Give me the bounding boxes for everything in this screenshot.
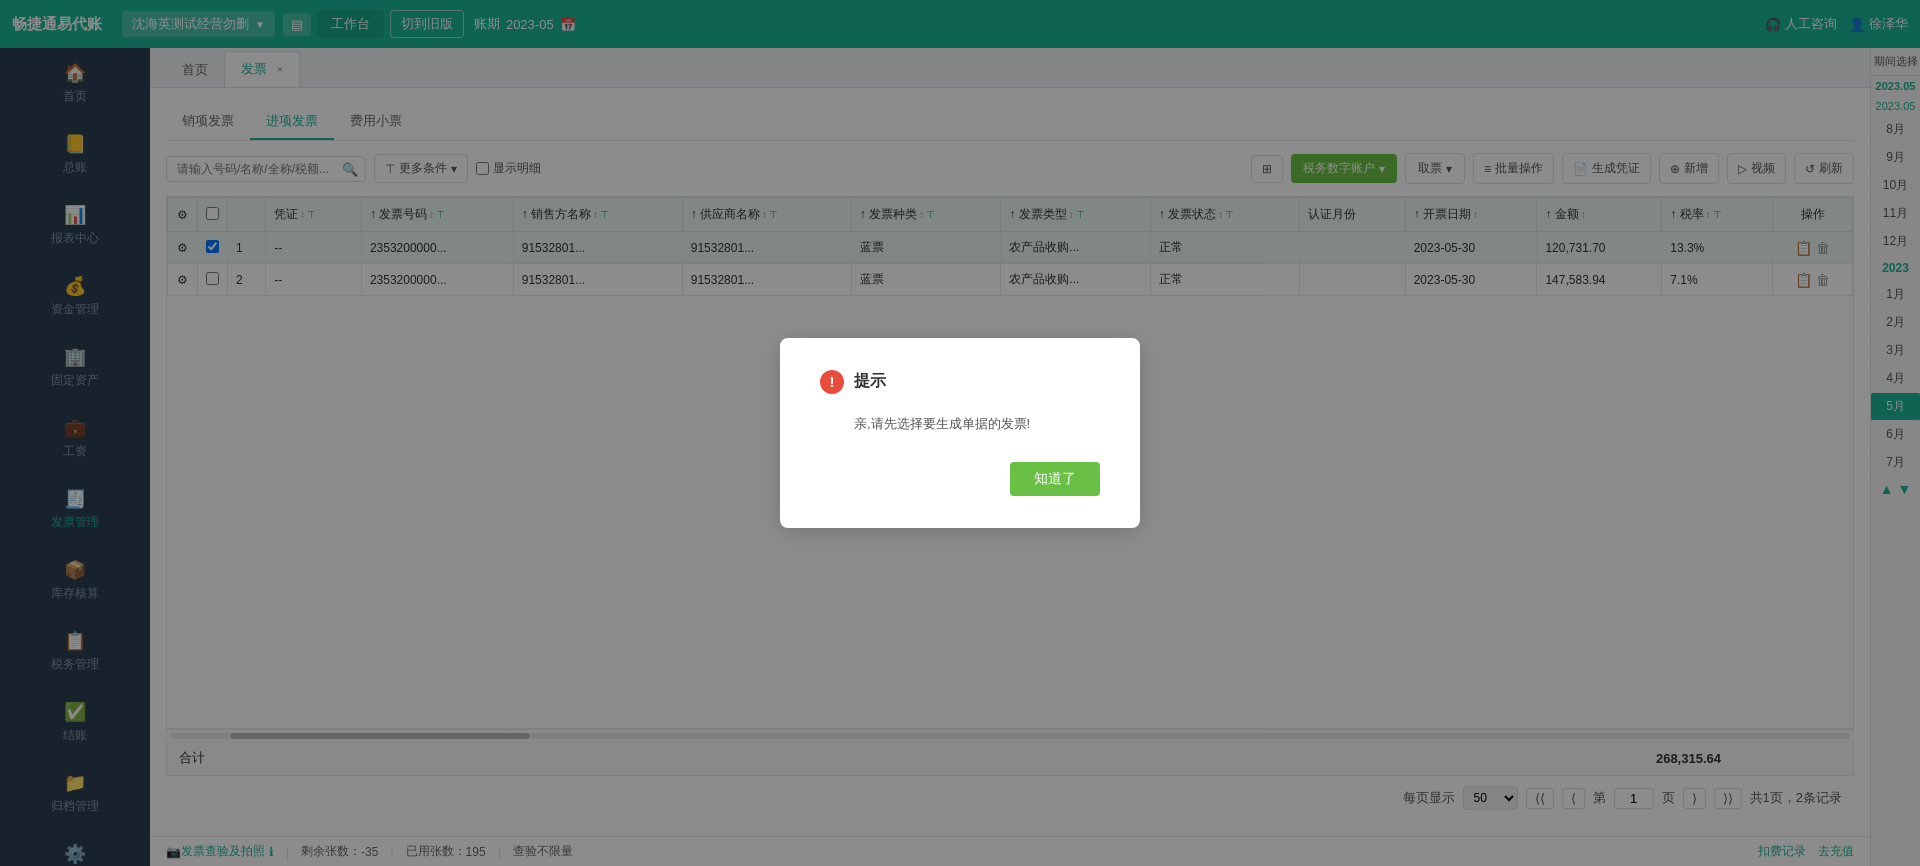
modal-confirm-button[interactable]: 知道了 bbox=[1010, 462, 1100, 496]
modal-title: 提示 bbox=[854, 371, 886, 392]
warning-icon: ! bbox=[820, 370, 844, 394]
modal-overlay[interactable]: ! 提示 亲,请先选择要生成单据的发票! 知道了 bbox=[0, 0, 1920, 866]
modal-header: ! 提示 bbox=[820, 370, 886, 394]
modal-footer: 知道了 bbox=[820, 462, 1100, 496]
modal-box: ! 提示 亲,请先选择要生成单据的发票! 知道了 bbox=[780, 338, 1140, 529]
modal-message: 亲,请先选择要生成单据的发票! bbox=[854, 414, 1030, 435]
